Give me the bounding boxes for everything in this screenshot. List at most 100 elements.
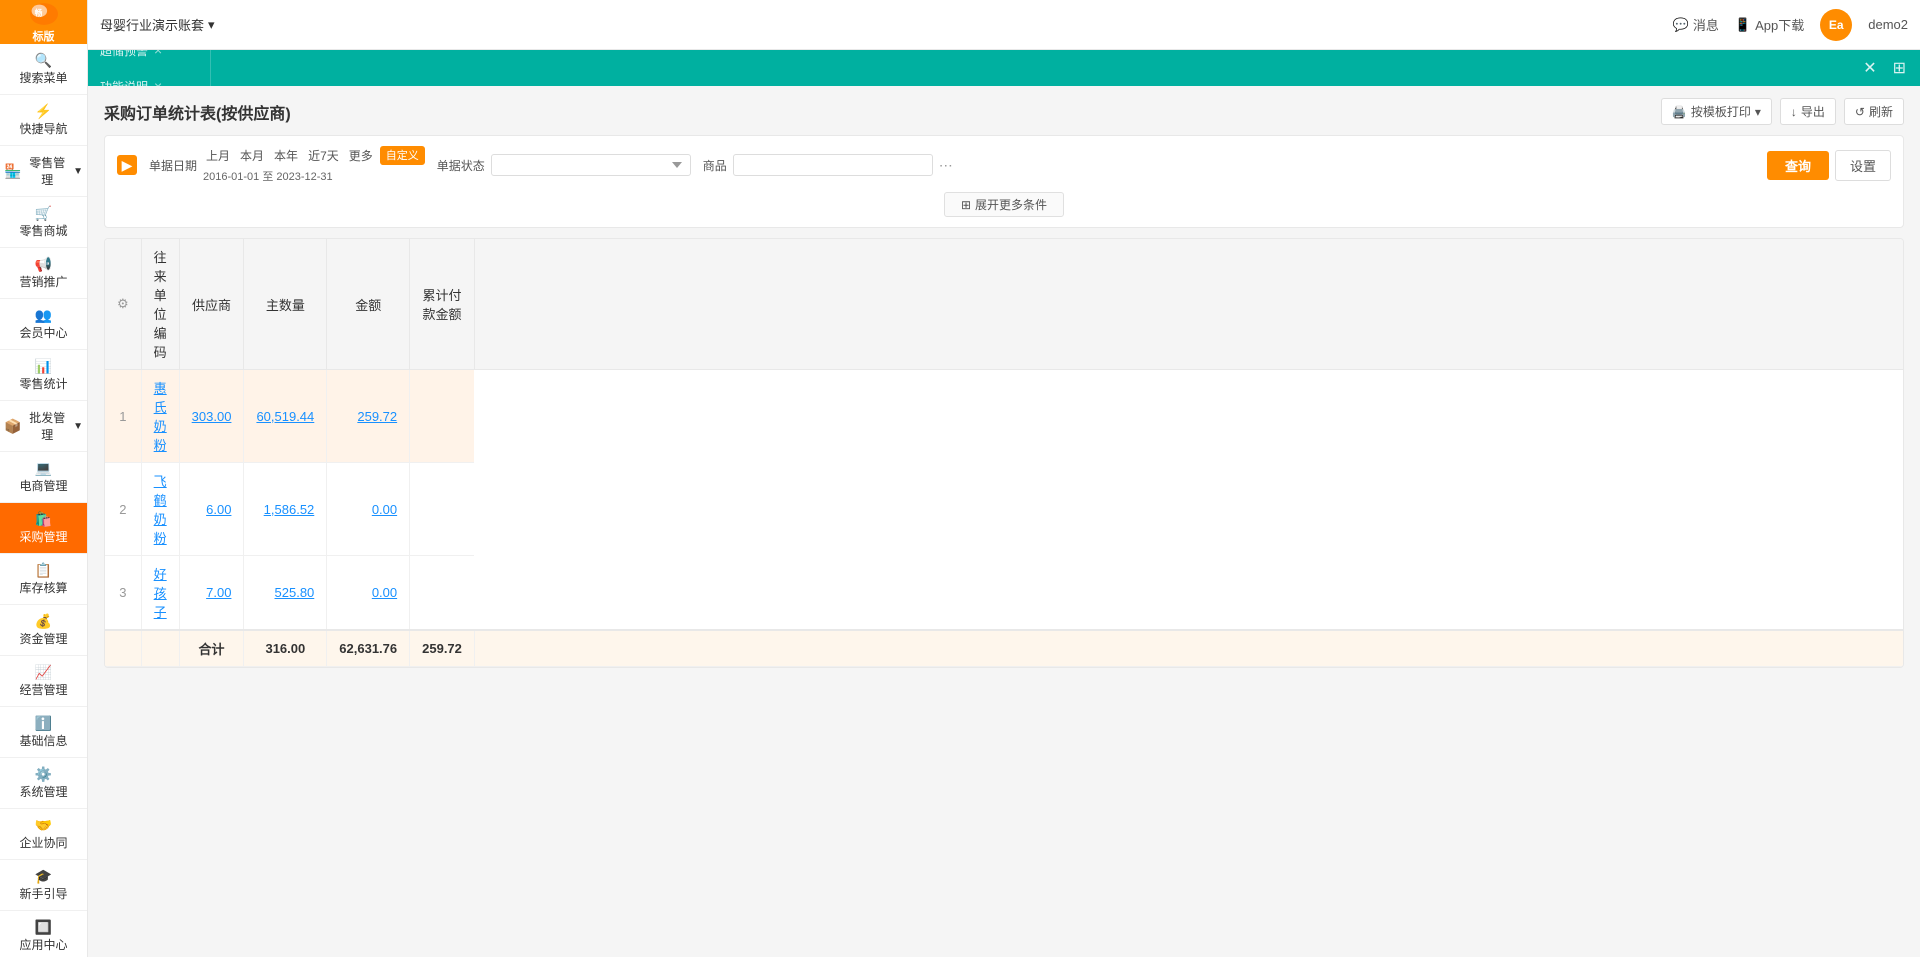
footer-label: 合计	[179, 630, 244, 667]
sidebar-item-purchase[interactable]: 🛍️采购管理	[0, 503, 87, 554]
filter-panel: ▶ 单据日期 上月 本月 本年 近7天 更多 自定义 2016-01-01 至 …	[104, 135, 1904, 228]
amount-link[interactable]: 1,586.52	[264, 502, 315, 517]
messages-btn[interactable]: 💬 消息	[1673, 15, 1719, 34]
sidebar-item-app-center[interactable]: 🔲应用中心	[0, 911, 87, 957]
sidebar-item-ecommerce[interactable]: 💻电商管理	[0, 452, 87, 503]
workspace-selector[interactable]: 母婴行业演示账套 ▾	[100, 15, 1665, 34]
qty-link[interactable]: 6.00	[206, 502, 231, 517]
page-actions: 🖨️ 按模板打印 ▾ ↓ 导出 ↺ 刷新	[1661, 98, 1904, 125]
row-settings[interactable]: 2	[105, 463, 141, 556]
table-row: 3 好孩子 7.00 525.80 0.00	[105, 556, 1903, 631]
print-btn[interactable]: 🖨️ 按模板打印 ▾	[1661, 98, 1772, 125]
sidebar: 畅 标版 🔍搜索菜单⚡快捷导航🏪零售管理▼🛒零售商城📢营销推广👥会员中心📊零售统…	[0, 0, 88, 957]
supplier-link[interactable]: 好孩子	[154, 567, 167, 620]
sidebar-item-inventory[interactable]: 📋库存核算	[0, 554, 87, 605]
tab-items-container: 首页收发存汇总表 ×要货单统计表 ×可用量库存账本 ×保质期查询 ×超储预警 ×…	[88, 50, 211, 86]
footer-paid: 259.72	[410, 630, 475, 667]
shortcut-more[interactable]: 更多	[346, 146, 376, 165]
shortcut-this-month[interactable]: 本月	[237, 146, 267, 165]
export-btn[interactable]: ↓ 导出	[1780, 98, 1836, 125]
top-bar: 母婴行业演示账套 ▾ 💬 消息 📱 App下载 Ea demo2	[88, 0, 1920, 50]
custom-badge[interactable]: 自定义	[380, 146, 425, 165]
export-icon: ↓	[1791, 105, 1797, 119]
sidebar-item-quick[interactable]: ⚡快捷导航	[0, 95, 87, 146]
row-qty: 7.00	[179, 556, 244, 631]
query-btn[interactable]: 查询	[1767, 151, 1829, 180]
row-amount: 1,586.52	[244, 463, 327, 556]
col-qty: 主数量	[244, 239, 327, 370]
supplier-link[interactable]: 惠氏奶粉	[154, 381, 167, 453]
avatar-initials: Ea	[1829, 18, 1844, 32]
sidebar-nav: 🔍搜索菜单⚡快捷导航🏪零售管理▼🛒零售商城📢营销推广👥会员中心📊零售统计📦批发管…	[0, 44, 87, 957]
top-bar-right: 💬 消息 📱 App下载 Ea demo2	[1673, 9, 1908, 41]
sidebar-item-operation[interactable]: 📈经营管理	[0, 656, 87, 707]
sidebar-item-member[interactable]: 👥会员中心	[0, 299, 87, 350]
refresh-btn[interactable]: ↺ 刷新	[1844, 98, 1904, 125]
expand-btn[interactable]: ⊞ 展开更多条件	[944, 192, 1064, 217]
qty-link[interactable]: 7.00	[206, 585, 231, 600]
row-settings[interactable]: 3	[105, 556, 141, 631]
shortcut-last-month[interactable]: 上月	[203, 146, 233, 165]
shortcut-7days[interactable]: 近7天	[305, 146, 342, 165]
page-title: 采购订单统计表(按供应商)	[104, 100, 291, 124]
tab-close-icon[interactable]: ×	[154, 50, 162, 58]
sidebar-item-search[interactable]: 🔍搜索菜单	[0, 44, 87, 95]
amount-link[interactable]: 60,519.44	[256, 409, 314, 424]
tab-tab6[interactable]: 功能说明 ×	[88, 68, 211, 86]
sidebar-item-finance[interactable]: 💰资金管理	[0, 605, 87, 656]
row-paid: 0.00	[327, 556, 410, 631]
tab-label: 功能说明	[100, 78, 148, 87]
paid-link[interactable]: 259.72	[357, 409, 397, 424]
export-label: 导出	[1801, 103, 1825, 120]
message-icon: 💬	[1673, 17, 1689, 33]
data-table-wrapper: ⚙ 往来单位编码 供应商 主数量 金额 累计付款金额 1 惠氏奶粉 303.00…	[104, 238, 1904, 668]
qty-link[interactable]: 303.00	[192, 409, 232, 424]
tab-tab5[interactable]: 超储预警 ×	[88, 50, 211, 68]
col-code: 往来单位编码	[141, 239, 179, 370]
print-arrow-icon: ▾	[1755, 105, 1761, 119]
footer-spacer	[474, 630, 1903, 667]
sidebar-item-retail[interactable]: 🏪零售管理▼	[0, 146, 87, 197]
sidebar-item-basic[interactable]: ℹ️基础信息	[0, 707, 87, 758]
date-value[interactable]: 2016-01-01 至 2023-12-31	[203, 168, 425, 184]
refresh-icon: ↺	[1855, 105, 1865, 119]
footer-empty-code	[141, 630, 179, 667]
settings-btn[interactable]: 设置	[1835, 150, 1891, 181]
tab-menu-btn[interactable]: ⊞	[1887, 56, 1912, 80]
sidebar-item-retail-stat[interactable]: 📊零售统计	[0, 350, 87, 401]
table-body: 1 惠氏奶粉 303.00 60,519.44 259.72 2 飞鹤奶粉 6.…	[105, 370, 1903, 631]
sidebar-item-retail-mall[interactable]: 🛒零售商城	[0, 197, 87, 248]
sidebar-item-marketing[interactable]: 📢营销推广	[0, 248, 87, 299]
data-table: ⚙ 往来单位编码 供应商 主数量 金额 累计付款金额 1 惠氏奶粉 303.00…	[105, 239, 1903, 667]
goods-more-icon[interactable]: ⋯	[939, 157, 953, 174]
tab-close-all-btn[interactable]: ✕	[1857, 56, 1882, 80]
sidebar-item-wholesale[interactable]: 📦批发管理▼	[0, 401, 87, 452]
paid-link[interactable]: 0.00	[372, 585, 397, 600]
amount-link[interactable]: 525.80	[275, 585, 315, 600]
table-header-row: ⚙ 往来单位编码 供应商 主数量 金额 累计付款金额	[105, 239, 1903, 370]
footer-amount: 62,631.76	[327, 630, 410, 667]
status-select[interactable]	[491, 154, 691, 176]
shortcut-this-year[interactable]: 本年	[271, 146, 301, 165]
app-download-btn[interactable]: 📱 App下载	[1735, 15, 1804, 34]
avatar[interactable]: Ea	[1820, 9, 1852, 41]
page-title-bar: 采购订单统计表(按供应商) 🖨️ 按模板打印 ▾ ↓ 导出 ↺ 刷新	[104, 98, 1904, 125]
row-paid: 259.72	[327, 370, 410, 463]
svg-text:畅: 畅	[34, 8, 42, 18]
row-amount: 525.80	[244, 556, 327, 631]
filter-row: ▶ 单据日期 上月 本月 本年 近7天 更多 自定义 2016-01-01 至 …	[117, 146, 1891, 184]
col-settings[interactable]: ⚙	[105, 239, 141, 370]
sidebar-item-system[interactable]: ⚙️系统管理	[0, 758, 87, 809]
col-supplier: 供应商	[179, 239, 244, 370]
goods-input[interactable]	[733, 154, 933, 176]
paid-link[interactable]: 0.00	[372, 502, 397, 517]
messages-label: 消息	[1693, 15, 1719, 34]
footer-qty: 316.00	[244, 630, 327, 667]
supplier-link[interactable]: 飞鹤奶粉	[154, 474, 167, 546]
tab-close-icon[interactable]: ×	[154, 78, 162, 86]
table-footer-row: 合计 316.00 62,631.76 259.72	[105, 630, 1903, 667]
sidebar-item-collab[interactable]: 🤝企业协同	[0, 809, 87, 860]
filter-toggle-btn[interactable]: ▶	[117, 155, 137, 175]
row-settings[interactable]: 1	[105, 370, 141, 463]
sidebar-item-guide[interactable]: 🎓新手引导	[0, 860, 87, 911]
